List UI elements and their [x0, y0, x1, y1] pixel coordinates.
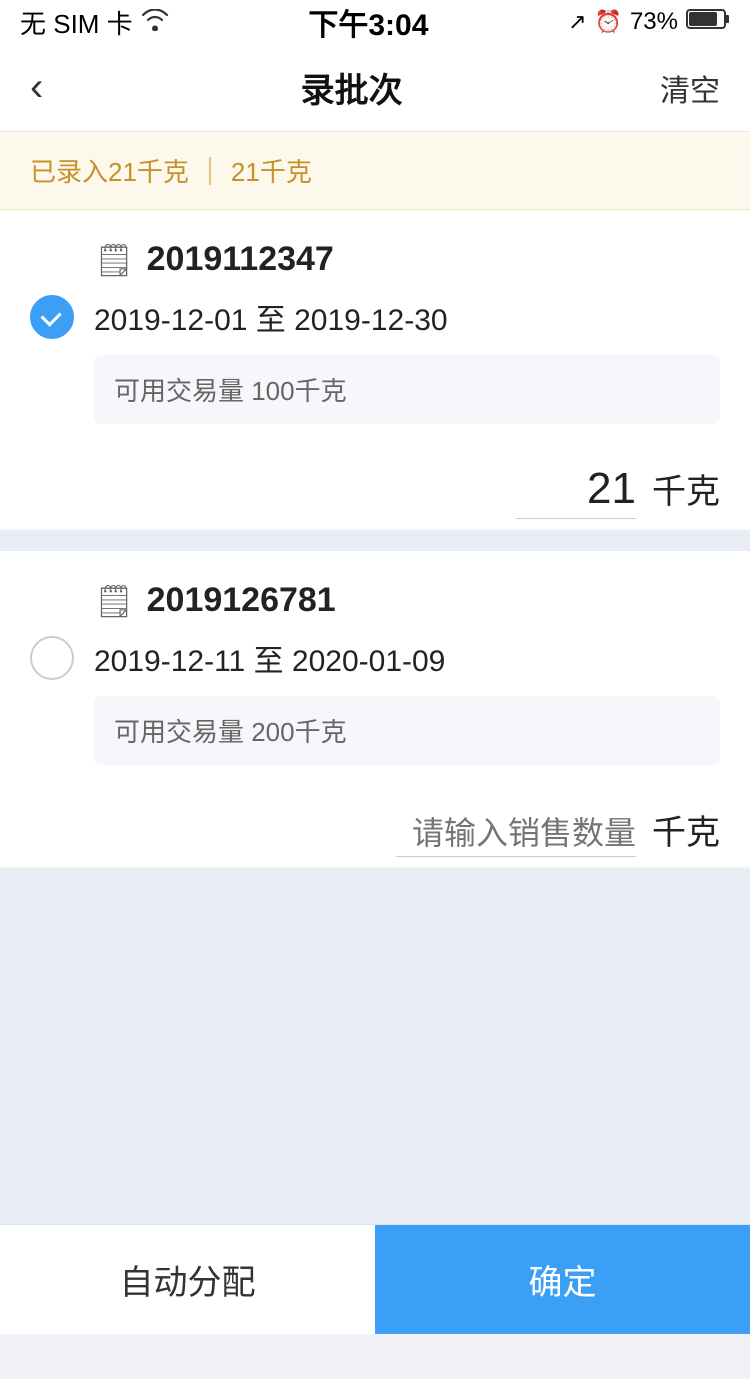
batch-1-underline: [516, 518, 636, 519]
batch-2-date-row: 2019-12-11 至 2020-01-09: [30, 636, 720, 680]
batch-1-quantity-row: 千克: [0, 444, 750, 529]
info-value: 21千克: [231, 152, 312, 189]
batch-2-radio[interactable]: [30, 636, 74, 680]
batch-2-unit: 千克: [652, 805, 720, 854]
section-divider: [0, 531, 750, 551]
batch-1-input-wrapper: [516, 464, 636, 519]
batch-1-date-row: 2019-12-01 至 2019-12-30: [30, 295, 720, 339]
batch-card-1: 🗒 2019112347 2019-12-01 至 2019-12-30 可用交…: [0, 210, 750, 529]
carrier-text: 无 SIM 卡: [20, 4, 133, 41]
recorded-label: 已录入21千克: [30, 152, 189, 189]
page-title: 录批次: [301, 63, 403, 112]
batch-1-available: 可用交易量 100千克: [94, 355, 720, 424]
batch-2-id: 2019126781: [147, 581, 336, 620]
bottom-bar: 自动分配 确定: [0, 1224, 750, 1334]
batch-card-2-inner: 🗒 2019126781 2019-12-11 至 2020-01-09 可用交…: [0, 551, 750, 785]
wifi-icon: [141, 7, 169, 38]
status-left: 无 SIM 卡: [20, 4, 169, 41]
batch-2-underline: [396, 856, 636, 857]
status-time: 下午3:04: [308, 0, 428, 44]
batch-1-quantity-input[interactable]: [516, 464, 636, 514]
status-bar: 无 SIM 卡 下午3:04 ↗ ⏰ 73%: [0, 0, 750, 44]
empty-area: [0, 869, 750, 1269]
info-banner: 已录入21千克 21千克: [0, 132, 750, 210]
batch-1-radio[interactable]: [30, 295, 74, 339]
battery-icon: [686, 8, 730, 37]
batch-2-quantity-row: 千克: [0, 785, 750, 867]
location-icon: ↗: [568, 9, 586, 35]
batch-1-icon: 🗒: [94, 241, 135, 279]
batch-2-quantity-input[interactable]: [356, 815, 636, 852]
alarm-icon: ⏰: [595, 9, 622, 35]
main-content: 🗒 2019112347 2019-12-01 至 2019-12-30 可用交…: [0, 210, 750, 1379]
batch-1-date: 2019-12-01 至 2019-12-30: [94, 295, 448, 339]
batch-2-id-row: 🗒 2019126781: [30, 581, 720, 620]
auto-distribute-button[interactable]: 自动分配: [0, 1225, 375, 1334]
info-divider: [209, 157, 211, 185]
batch-card-1-inner: 🗒 2019112347 2019-12-01 至 2019-12-30 可用交…: [0, 210, 750, 444]
back-button[interactable]: ‹: [30, 65, 43, 110]
batch-2-available: 可用交易量 200千克: [94, 696, 720, 765]
batch-1-id: 2019112347: [147, 240, 334, 279]
batch-2-input-wrapper: [356, 815, 636, 857]
batch-card-2: 🗒 2019126781 2019-12-11 至 2020-01-09 可用交…: [0, 551, 750, 867]
nav-bar: ‹ 录批次 清空: [0, 44, 750, 132]
battery-text: 73%: [630, 8, 678, 36]
clear-button[interactable]: 清空: [660, 66, 720, 110]
batch-1-id-row: 🗒 2019112347: [30, 240, 720, 279]
batch-1-unit: 千克: [652, 464, 720, 513]
batch-2-date: 2019-12-11 至 2020-01-09: [94, 636, 445, 680]
batch-2-icon: 🗒: [94, 582, 135, 620]
status-right: ↗ ⏰ 73%: [568, 8, 730, 37]
confirm-button[interactable]: 确定: [375, 1225, 750, 1334]
